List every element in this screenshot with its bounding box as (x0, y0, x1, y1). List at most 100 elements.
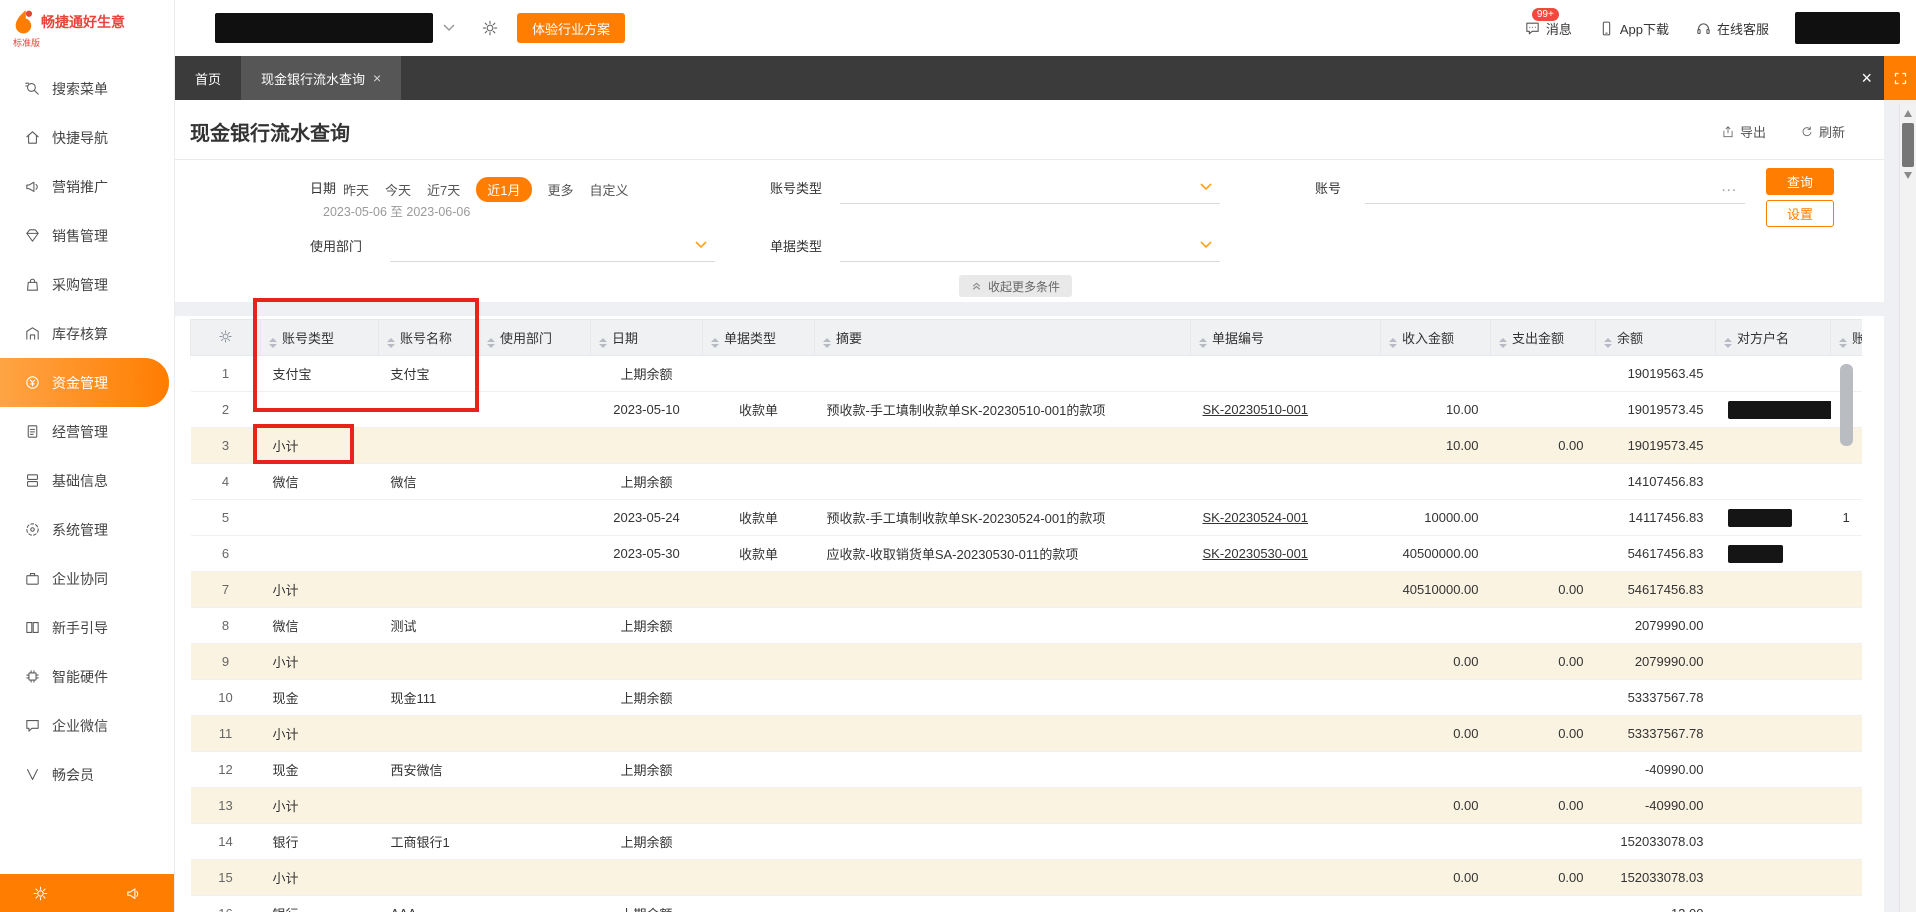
date-option-5[interactable]: 自定义 (590, 180, 629, 199)
sidebar-item-quick-nav[interactable]: 快捷导航 (0, 113, 174, 162)
query-button[interactable]: 查询 (1766, 168, 1834, 195)
column-header-date[interactable]: 日期 (590, 319, 703, 356)
date-option-2[interactable]: 近7天 (427, 180, 460, 199)
subtotal-row[interactable]: 13 小计 0.00 0.00 -40990.00 (190, 787, 1862, 824)
fullscreen-button[interactable] (1884, 56, 1916, 100)
settings-button[interactable]: 设置 (1766, 200, 1834, 227)
sidebar-item-label: 系统管理 (52, 521, 108, 538)
app-logo: 畅捷通好生意 标准版 (0, 0, 174, 56)
table-settings-gear-icon[interactable] (190, 319, 261, 356)
sidebar-footer (0, 874, 174, 912)
doc-no-link[interactable]: SK-20230524-001 (1203, 510, 1309, 525)
doc-no-link[interactable]: SK-20230510-001 (1203, 402, 1309, 417)
sidebar-item-inventory[interactable]: 库存核算 (0, 309, 174, 358)
sidebar-item-funds[interactable]: 资金管理 (0, 358, 169, 407)
cell-summary (814, 571, 1191, 608)
column-header-account_name[interactable]: 账号名称 (378, 319, 479, 356)
column-header-dept[interactable]: 使用部门 (478, 319, 591, 356)
sidebar-item-wecom[interactable]: 企业微信 (0, 701, 174, 750)
cell-dept (478, 895, 591, 912)
column-header-account_type[interactable]: 账号类型 (260, 319, 379, 356)
sidebar-item-collaboration[interactable]: 企业协同 (0, 554, 174, 603)
more-options-ellipsis[interactable]: ... (1721, 178, 1737, 195)
sidebar-item-search-menu[interactable]: 搜索菜单 (0, 64, 174, 113)
sidebar-item-hardware[interactable]: 智能硬件 (0, 652, 174, 701)
online-service-button[interactable]: 在线客服 (1695, 19, 1769, 38)
table-row[interactable]: 10 现金 现金111 上期余额 53337567.78 (190, 679, 1862, 716)
row-number: 8 (190, 607, 261, 644)
column-header-income[interactable]: 收入金额 (1380, 319, 1491, 356)
trial-plan-button[interactable]: 体验行业方案 (517, 13, 626, 43)
table-row[interactable]: 1 支付宝 支付宝 上期余额 19019563.45 (190, 355, 1862, 392)
messages-button[interactable]: 99+ 消息 (1524, 7, 1572, 38)
subtotal-row[interactable]: 3 小计 10.00 0.00 19019573.45 (190, 427, 1862, 464)
cell-date: 上期余额 (590, 751, 703, 788)
topbar-gear-icon[interactable] (481, 19, 499, 37)
column-header-summary[interactable]: 摘要 (814, 319, 1191, 356)
refresh-button[interactable]: 刷新 (1800, 122, 1845, 141)
date-option-1[interactable]: 今天 (385, 180, 411, 199)
sidebar-item-marketing[interactable]: 营销推广 (0, 162, 174, 211)
table-row[interactable]: 16银行AAA 上期余额 12.00 (190, 895, 1862, 912)
cell-dept (478, 643, 591, 680)
column-header-balance[interactable]: 余额 (1595, 319, 1716, 356)
announcement-speaker-icon[interactable] (125, 885, 142, 902)
column-header-counterparty[interactable]: 对方户名 (1715, 319, 1831, 356)
close-all-tabs-icon[interactable]: × (1849, 68, 1884, 89)
sort-icon (269, 337, 277, 348)
org-selector[interactable] (215, 11, 465, 45)
subtotal-row[interactable]: 9 小计 0.00 0.00 2079990.00 (190, 643, 1862, 680)
scroll-down-icon[interactable] (1904, 172, 1912, 179)
date-option-4[interactable]: 更多 (548, 180, 574, 199)
export-button[interactable]: 导出 (1721, 122, 1766, 141)
cell-account_name: 西安微信 (378, 751, 479, 788)
account-type-select[interactable] (840, 174, 1220, 204)
tab-home[interactable]: 首页 (175, 56, 241, 100)
page-scrollbar-thumb[interactable] (1902, 123, 1914, 167)
cell-doc_no (1190, 895, 1381, 912)
column-header-doc_type[interactable]: 单据类型 (702, 319, 815, 356)
table-scrollbar-thumb[interactable] (1840, 364, 1853, 446)
sidebar-item-system[interactable]: 系统管理 (0, 505, 174, 554)
tab-cashflow-query[interactable]: 现金银行流水查询 × (241, 56, 402, 100)
doc-no-link[interactable]: SK-20230530-001 (1203, 546, 1309, 561)
column-header-doc_no[interactable]: 单据编号 (1190, 319, 1381, 356)
sidebar-item-sales[interactable]: 销售管理 (0, 211, 174, 260)
table-row[interactable]: 5 2023-05-24 收款单 预收款-手工填制收款单SK-20230524-001… (190, 499, 1862, 536)
subtotal-row[interactable]: 7 小计 40510000.00 0.00 54617456.83 (190, 571, 1862, 608)
table-row[interactable]: 12 现金 西安微信 上期余额 -40990.00 (190, 751, 1862, 788)
sidebar-item-purchase[interactable]: 采购管理 (0, 260, 174, 309)
table-row[interactable]: 14 银行 工商银行1 上期余额 152033078.03 (190, 823, 1862, 860)
sidebar-settings-gear-icon[interactable] (32, 885, 49, 902)
account-select[interactable]: ... (1365, 174, 1745, 204)
column-header-expense[interactable]: 支出金额 (1490, 319, 1596, 356)
cell-counterparty (1715, 535, 1831, 572)
date-option-0[interactable]: 昨天 (343, 180, 369, 199)
date-option-3[interactable]: 近1月 (476, 176, 532, 202)
sort-icon (1499, 337, 1507, 348)
cell-expense (1490, 355, 1596, 392)
table-row[interactable]: 4 微信 微信 上期余额 14107456.83 (190, 463, 1862, 500)
subtotal-row[interactable]: 15 小计 0.00 0.00 152033078.03 (190, 859, 1862, 896)
table-row[interactable]: 8 微信 测试 上期余额 2079990.00 (190, 607, 1862, 644)
column-header-partial[interactable]: 账 (1830, 319, 1862, 356)
app-download-button[interactable]: App下载 (1598, 19, 1669, 38)
cell-counterparty (1715, 895, 1831, 912)
sidebar-item-member[interactable]: 畅会员 (0, 750, 174, 799)
scroll-up-icon[interactable] (1904, 110, 1912, 117)
cell-account_type: 银行 (260, 823, 379, 860)
sidebar-item-basic-info[interactable]: 基础信息 (0, 456, 174, 505)
coin-icon (26, 376, 39, 389)
cell-income (1380, 463, 1491, 500)
table-row[interactable]: 6 2023-05-30 收款单 应收款-收取销货单SA-20230530-011的款… (190, 535, 1862, 572)
subtotal-row[interactable]: 11 小计 0.00 0.00 53337567.78 (190, 715, 1862, 752)
department-select[interactable] (390, 232, 715, 262)
table-row[interactable]: 2 2023-05-10 收款单 预收款-手工填制收款单SK-20230510-001… (190, 391, 1862, 428)
doc-type-select[interactable] (840, 232, 1220, 262)
collapse-filters-button[interactable]: 收起更多条件 (959, 275, 1073, 297)
sidebar-item-operation[interactable]: 经营管理 (0, 407, 174, 456)
cell-expense: 0.00 (1490, 715, 1596, 752)
tab-close-icon[interactable]: × (373, 71, 381, 85)
page-scrollbar[interactable] (1899, 104, 1916, 912)
sidebar-item-guide[interactable]: 新手引导 (0, 603, 174, 652)
